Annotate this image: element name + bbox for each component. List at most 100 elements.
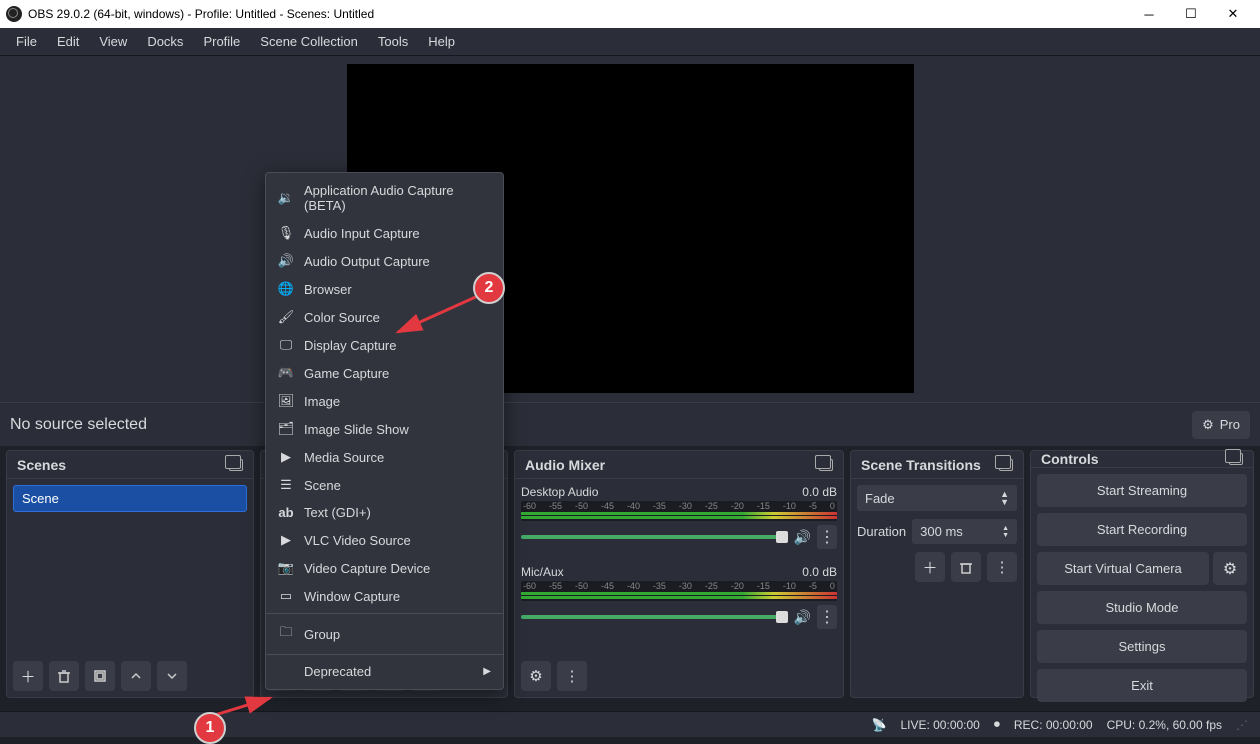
menu-image-slideshow[interactable]: 🗂Image Slide Show — [266, 415, 503, 443]
spin-arrows-icon[interactable]: ▲▼ — [1002, 525, 1009, 539]
exit-button[interactable]: Exit — [1037, 669, 1247, 702]
start-streaming-button[interactable]: Start Streaming — [1037, 474, 1247, 507]
controls-title: Controls — [1041, 451, 1099, 467]
menu-game-capture[interactable]: 🎮Game Capture — [266, 359, 503, 387]
trash-icon — [959, 560, 973, 574]
remove-scene-button[interactable] — [49, 661, 79, 691]
menu-app-audio-capture[interactable]: 🔉Application Audio Capture (BETA) — [266, 177, 503, 219]
menu-group[interactable]: 🗀Group — [266, 617, 503, 651]
vcam-settings-button[interactable]: ⚙ — [1213, 552, 1247, 585]
add-scene-button[interactable]: ＋ — [13, 661, 43, 691]
menu-media-source[interactable]: ▶Media Source — [266, 443, 503, 471]
menu-profile[interactable]: Profile — [193, 30, 250, 53]
menu-window-capture[interactable]: ▭Window Capture — [266, 582, 503, 610]
volume-slider[interactable] — [521, 535, 788, 539]
menu-edit[interactable]: Edit — [47, 30, 89, 53]
scene-filters-button[interactable] — [85, 661, 115, 691]
transitions-title: Scene Transitions — [861, 457, 981, 473]
channel-level: 0.0 dB — [802, 485, 837, 499]
studio-mode-button[interactable]: Studio Mode — [1037, 591, 1247, 624]
popout-icon[interactable] — [1229, 453, 1243, 465]
folder-icon: 🗀 — [278, 623, 294, 645]
rec-status: REC: 00:00:00 — [1014, 718, 1093, 732]
add-source-menu: 🔉Application Audio Capture (BETA) 🎙Audio… — [265, 172, 504, 690]
play-icon: ▶ — [278, 532, 294, 548]
advanced-audio-button[interactable]: ⚙ — [521, 661, 551, 691]
annotation-badge-2: 2 — [473, 272, 505, 304]
settings-button[interactable]: Settings — [1037, 630, 1247, 663]
resize-grip-icon[interactable]: ⋰ — [1236, 718, 1250, 732]
move-up-button[interactable] — [121, 661, 151, 691]
window-title: OBS 29.0.2 (64-bit, windows) - Profile: … — [28, 7, 1128, 21]
move-down-button[interactable] — [157, 661, 187, 691]
menu-deprecated[interactable]: Deprecated▶ — [266, 658, 503, 685]
channel-options-button[interactable]: ⋮ — [817, 525, 837, 549]
add-transition-button[interactable]: ＋ — [915, 552, 945, 582]
vu-meter: -60-55-50-45-40-35-30-25-20-15-10-50 — [521, 581, 837, 601]
transition-select[interactable]: Fade ▲▼ — [857, 485, 1017, 511]
menu-tools[interactable]: Tools — [368, 30, 418, 53]
gamepad-icon: 🎮 — [278, 365, 294, 381]
start-virtual-camera-button[interactable]: Start Virtual Camera — [1037, 552, 1209, 585]
menu-audio-input-capture[interactable]: 🎙Audio Input Capture — [266, 219, 503, 247]
controls-dock: Controls Start Streaming Start Recording… — [1030, 450, 1254, 698]
slides-icon: 🗂 — [278, 421, 294, 437]
menu-file[interactable]: File — [6, 30, 47, 53]
start-recording-button[interactable]: Start Recording — [1037, 513, 1247, 546]
scene-item[interactable]: Scene — [13, 485, 247, 512]
popout-icon[interactable] — [999, 459, 1013, 471]
maximize-button[interactable]: ☐ — [1170, 0, 1212, 28]
close-button[interactable]: ✕ — [1212, 0, 1254, 28]
mixer-options-button[interactable]: ⋮ — [557, 661, 587, 691]
transitions-dock: Scene Transitions Fade ▲▼ Duration 300 m… — [850, 450, 1024, 698]
brush-icon: 🖌 — [278, 309, 294, 325]
mixer-title: Audio Mixer — [525, 457, 605, 473]
annotation-arrow-1 — [210, 690, 290, 720]
source-toolbar: No source selected ⚙ Pro — [0, 402, 1260, 446]
menu-vlc-video[interactable]: ▶VLC Video Source — [266, 526, 503, 554]
play-icon: ▶ — [278, 449, 294, 465]
speaker-icon[interactable]: 🔊 — [794, 529, 811, 546]
list-icon: ☰ — [278, 477, 294, 493]
gear-icon: ⚙ — [1202, 417, 1214, 433]
duration-label: Duration — [857, 524, 906, 539]
speaker-icon[interactable]: 🔊 — [794, 609, 811, 626]
menu-video-capture[interactable]: 📷Video Capture Device — [266, 554, 503, 582]
volume-slider[interactable] — [521, 615, 788, 619]
chevron-down-icon — [165, 669, 179, 683]
text-icon: ab — [278, 505, 294, 520]
chevron-up-icon — [129, 669, 143, 683]
audio-channel-mic: Mic/Aux 0.0 dB -60-55-50-45-40-35-30-25-… — [521, 565, 837, 629]
menu-view[interactable]: View — [89, 30, 137, 53]
obs-logo-icon — [6, 6, 22, 22]
channel-name: Desktop Audio — [521, 485, 598, 499]
menu-scene-collection[interactable]: Scene Collection — [250, 30, 368, 53]
filter-icon — [93, 669, 107, 683]
duration-spinbox[interactable]: 300 ms ▲▼ — [912, 519, 1017, 544]
scenes-dock: Scenes Scene ＋ — [6, 450, 254, 698]
properties-button[interactable]: ⚙ Pro — [1192, 411, 1250, 439]
remove-transition-button[interactable] — [951, 552, 981, 582]
preview-area[interactable] — [0, 56, 1260, 402]
cpu-status: CPU: 0.2%, 60.00 fps — [1107, 718, 1222, 732]
channel-name: Mic/Aux — [521, 565, 564, 579]
channel-options-button[interactable]: ⋮ — [817, 605, 837, 629]
menu-text-gdi[interactable]: abText (GDI+) — [266, 499, 503, 526]
menu-image[interactable]: 🖼Image — [266, 387, 503, 415]
live-status: LIVE: 00:00:00 — [900, 718, 979, 732]
transition-props-button[interactable]: ⋮ — [987, 552, 1017, 582]
popout-icon[interactable] — [229, 459, 243, 471]
globe-icon: 🌐 — [278, 281, 294, 297]
popout-icon[interactable] — [819, 459, 833, 471]
menu-scene[interactable]: ☰Scene — [266, 471, 503, 499]
menu-docks[interactable]: Docks — [137, 30, 193, 53]
menu-audio-output-capture[interactable]: 🔊Audio Output Capture — [266, 247, 503, 275]
vu-meter: -60-55-50-45-40-35-30-25-20-15-10-50 — [521, 501, 837, 521]
monitor-icon: 🖵 — [278, 337, 294, 353]
titlebar: OBS 29.0.2 (64-bit, windows) - Profile: … — [0, 0, 1260, 28]
app-audio-icon: 🔉 — [278, 190, 294, 206]
menu-help[interactable]: Help — [418, 30, 465, 53]
minimize-button[interactable]: ─ — [1128, 0, 1170, 28]
scenes-title: Scenes — [17, 457, 66, 473]
trash-icon — [57, 669, 71, 683]
